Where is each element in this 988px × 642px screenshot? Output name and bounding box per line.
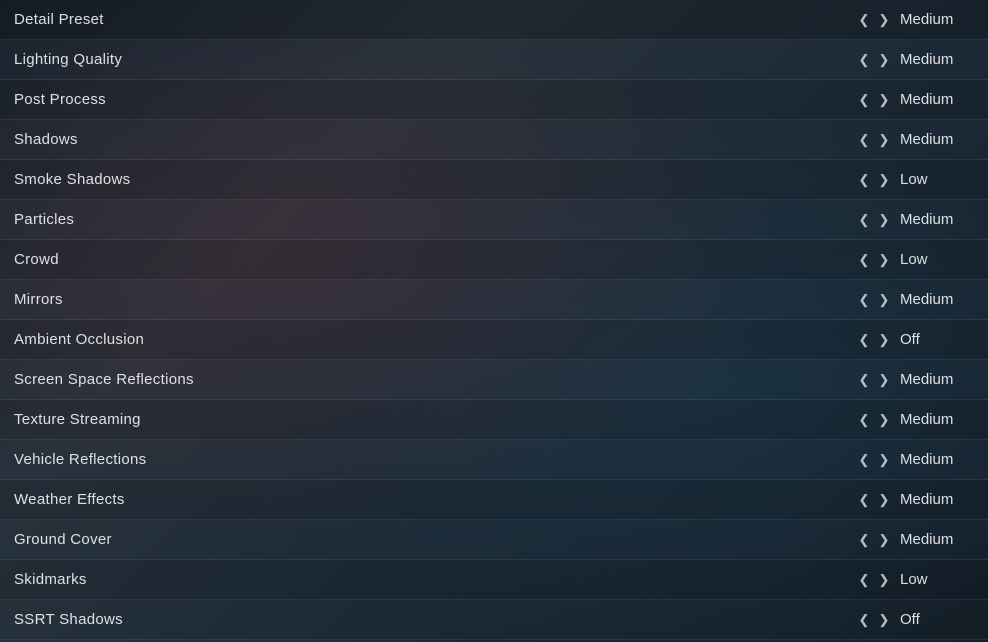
chevron-left-crowd[interactable]: ❮ bbox=[856, 253, 872, 266]
setting-row-ssrt-shadows: SSRT Shadows ❮ ❯ Off bbox=[0, 600, 988, 640]
chevron-right-post-process[interactable]: ❯ bbox=[876, 93, 892, 106]
chevron-right-weather-effects[interactable]: ❯ bbox=[876, 493, 892, 506]
chevron-right-ground-cover[interactable]: ❯ bbox=[876, 533, 892, 546]
chevron-left-ambient-occlusion[interactable]: ❮ bbox=[856, 333, 872, 346]
chevron-right-smoke-shadows[interactable]: ❯ bbox=[876, 173, 892, 186]
value-text-crowd: Low bbox=[896, 251, 966, 268]
setting-row-screen-space-reflections: Screen Space Reflections ❮ ❯ Medium bbox=[0, 360, 988, 400]
value-text-screen-space-reflections: Medium bbox=[896, 371, 966, 388]
chevron-left-shadows[interactable]: ❮ bbox=[856, 133, 872, 146]
value-text-post-process: Medium bbox=[896, 91, 966, 108]
label-ambient-occlusion: Ambient Occlusion bbox=[14, 331, 144, 348]
setting-row-texture-streaming: Texture Streaming ❮ ❯ Medium bbox=[0, 400, 988, 440]
label-screen-space-reflections: Screen Space Reflections bbox=[14, 371, 194, 388]
setting-row-crowd: Crowd ❮ ❯ Low bbox=[0, 240, 988, 280]
setting-row-weather-effects: Weather Effects ❮ ❯ Medium bbox=[0, 480, 988, 520]
value-container-skidmarks: ❮ ❯ Low bbox=[856, 571, 976, 588]
setting-row-mirrors: Mirrors ❮ ❯ Medium bbox=[0, 280, 988, 320]
label-skidmarks: Skidmarks bbox=[14, 571, 87, 588]
chevron-left-vehicle-reflections[interactable]: ❮ bbox=[856, 453, 872, 466]
label-vehicle-reflections: Vehicle Reflections bbox=[14, 451, 146, 468]
chevron-right-lighting-quality[interactable]: ❯ bbox=[876, 53, 892, 66]
setting-row-particles: Particles ❮ ❯ Medium bbox=[0, 200, 988, 240]
value-text-mirrors: Medium bbox=[896, 291, 966, 308]
label-shadows: Shadows bbox=[14, 131, 78, 148]
chevron-left-texture-streaming[interactable]: ❮ bbox=[856, 413, 872, 426]
value-text-vehicle-reflections: Medium bbox=[896, 451, 966, 468]
chevron-left-mirrors[interactable]: ❮ bbox=[856, 293, 872, 306]
chevron-right-detail-preset[interactable]: ❯ bbox=[876, 13, 892, 26]
chevron-right-shadows[interactable]: ❯ bbox=[876, 133, 892, 146]
value-container-lighting-quality: ❮ ❯ Medium bbox=[856, 51, 976, 68]
setting-row-ground-cover: Ground Cover ❮ ❯ Medium bbox=[0, 520, 988, 560]
value-container-particles: ❮ ❯ Medium bbox=[856, 211, 976, 228]
chevron-left-weather-effects[interactable]: ❮ bbox=[856, 493, 872, 506]
label-ssrt-shadows: SSRT Shadows bbox=[14, 611, 123, 628]
setting-row-post-process: Post Process ❮ ❯ Medium bbox=[0, 80, 988, 120]
setting-row-detail-preset: Detail Preset ❮ ❯ Medium bbox=[0, 0, 988, 40]
value-container-shadows: ❮ ❯ Medium bbox=[856, 131, 976, 148]
chevron-left-lighting-quality[interactable]: ❮ bbox=[856, 53, 872, 66]
value-container-vehicle-reflections: ❮ ❯ Medium bbox=[856, 451, 976, 468]
value-container-weather-effects: ❮ ❯ Medium bbox=[856, 491, 976, 508]
value-text-ssrt-shadows: Off bbox=[896, 611, 966, 628]
value-text-weather-effects: Medium bbox=[896, 491, 966, 508]
label-detail-preset: Detail Preset bbox=[14, 11, 104, 28]
label-texture-streaming: Texture Streaming bbox=[14, 411, 141, 428]
value-container-smoke-shadows: ❮ ❯ Low bbox=[856, 171, 976, 188]
value-text-shadows: Medium bbox=[896, 131, 966, 148]
setting-row-skidmarks: Skidmarks ❮ ❯ Low bbox=[0, 560, 988, 600]
chevron-right-vehicle-reflections[interactable]: ❯ bbox=[876, 453, 892, 466]
chevron-right-crowd[interactable]: ❯ bbox=[876, 253, 892, 266]
chevron-right-particles[interactable]: ❯ bbox=[876, 213, 892, 226]
value-text-lighting-quality: Medium bbox=[896, 51, 966, 68]
chevron-left-ground-cover[interactable]: ❮ bbox=[856, 533, 872, 546]
value-container-detail-preset: ❮ ❯ Medium bbox=[856, 11, 976, 28]
settings-container: Detail Preset❮❯MediumLighting Quality❮❯M… bbox=[0, 0, 988, 640]
setting-row-lighting-quality: Lighting Quality ❮ ❯ Medium bbox=[0, 40, 988, 80]
label-smoke-shadows: Smoke Shadows bbox=[14, 171, 130, 188]
label-mirrors: Mirrors bbox=[14, 291, 63, 308]
chevron-left-skidmarks[interactable]: ❮ bbox=[856, 573, 872, 586]
chevron-left-smoke-shadows[interactable]: ❮ bbox=[856, 173, 872, 186]
value-text-smoke-shadows: Low bbox=[896, 171, 966, 188]
label-crowd: Crowd bbox=[14, 251, 59, 268]
label-ground-cover: Ground Cover bbox=[14, 531, 112, 548]
chevron-left-detail-preset[interactable]: ❮ bbox=[856, 13, 872, 26]
value-text-particles: Medium bbox=[896, 211, 966, 228]
value-text-ambient-occlusion: Off bbox=[896, 331, 966, 348]
value-container-screen-space-reflections: ❮ ❯ Medium bbox=[856, 371, 976, 388]
label-post-process: Post Process bbox=[14, 91, 106, 108]
setting-row-smoke-shadows: Smoke Shadows ❮ ❯ Low bbox=[0, 160, 988, 200]
chevron-right-texture-streaming[interactable]: ❯ bbox=[876, 413, 892, 426]
chevron-right-ambient-occlusion[interactable]: ❯ bbox=[876, 333, 892, 346]
chevron-right-skidmarks[interactable]: ❯ bbox=[876, 573, 892, 586]
value-container-post-process: ❮ ❯ Medium bbox=[856, 91, 976, 108]
setting-row-shadows: Shadows ❮ ❯ Medium bbox=[0, 120, 988, 160]
chevron-left-post-process[interactable]: ❮ bbox=[856, 93, 872, 106]
value-container-texture-streaming: ❮ ❯ Medium bbox=[856, 411, 976, 428]
value-text-ground-cover: Medium bbox=[896, 531, 966, 548]
setting-row-ambient-occlusion: Ambient Occlusion ❮ ❯ Off bbox=[0, 320, 988, 360]
value-container-ground-cover: ❮ ❯ Medium bbox=[856, 531, 976, 548]
label-lighting-quality: Lighting Quality bbox=[14, 51, 122, 68]
chevron-left-screen-space-reflections[interactable]: ❮ bbox=[856, 373, 872, 386]
value-text-texture-streaming: Medium bbox=[896, 411, 966, 428]
value-container-crowd: ❮ ❯ Low bbox=[856, 251, 976, 268]
chevron-left-particles[interactable]: ❮ bbox=[856, 213, 872, 226]
chevron-left-ssrt-shadows[interactable]: ❮ bbox=[856, 613, 872, 626]
chevron-right-mirrors[interactable]: ❯ bbox=[876, 293, 892, 306]
value-text-skidmarks: Low bbox=[896, 571, 966, 588]
value-text-detail-preset: Medium bbox=[896, 11, 966, 28]
setting-row-vehicle-reflections: Vehicle Reflections ❮ ❯ Medium bbox=[0, 440, 988, 480]
label-weather-effects: Weather Effects bbox=[14, 491, 125, 508]
label-particles: Particles bbox=[14, 211, 74, 228]
chevron-right-screen-space-reflections[interactable]: ❯ bbox=[876, 373, 892, 386]
value-container-ssrt-shadows: ❮ ❯ Off bbox=[856, 611, 976, 628]
value-container-ambient-occlusion: ❮ ❯ Off bbox=[856, 331, 976, 348]
chevron-right-ssrt-shadows[interactable]: ❯ bbox=[876, 613, 892, 626]
value-container-mirrors: ❮ ❯ Medium bbox=[856, 291, 976, 308]
